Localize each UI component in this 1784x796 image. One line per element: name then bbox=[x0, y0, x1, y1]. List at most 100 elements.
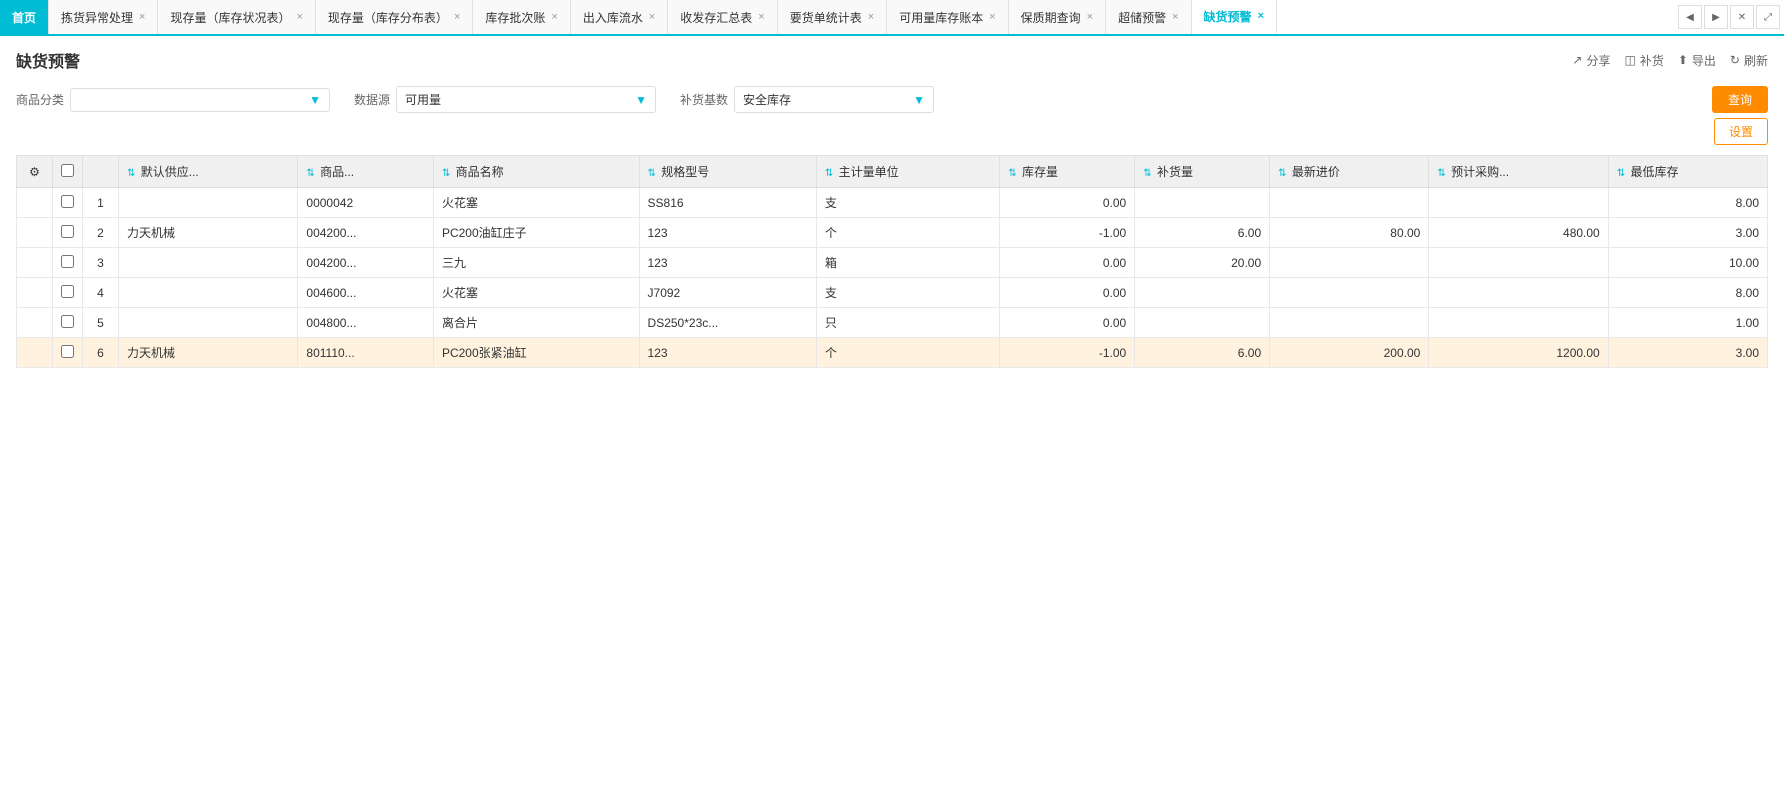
tab-shortage[interactable]: 缺货预警 × bbox=[1192, 0, 1277, 34]
row-checkbox[interactable] bbox=[61, 345, 74, 358]
tab-home-label: 首页 bbox=[12, 9, 36, 26]
tab-expiry-close[interactable]: × bbox=[1087, 11, 1093, 23]
row-estimated-purchase-cell: 1200.00 bbox=[1429, 338, 1608, 368]
row-stock-cell: 0.00 bbox=[1000, 248, 1135, 278]
row-index-cell: 1 bbox=[83, 188, 119, 218]
tab-order-stat-label: 要货单统计表 bbox=[790, 9, 862, 26]
tab-order-stat-close[interactable]: × bbox=[868, 11, 874, 23]
nav-close-button[interactable]: ✕ bbox=[1730, 5, 1754, 29]
replenish-base-filter-select[interactable]: 安全库存 ▼ bbox=[734, 86, 934, 113]
row-unit-cell: 支 bbox=[816, 188, 999, 218]
replenish-base-select-value: 安全库存 bbox=[743, 91, 791, 108]
tab-flow[interactable]: 出入库流水 × bbox=[571, 0, 668, 34]
refresh-button[interactable]: ↻ 刷新 bbox=[1730, 52, 1768, 69]
select-all-checkbox[interactable] bbox=[61, 164, 74, 177]
datasource-filter-select[interactable]: 可用量 ▼ bbox=[396, 86, 656, 113]
unit-column-header[interactable]: ⇅ 主计量单位 bbox=[816, 156, 999, 188]
tab-inventory-status-close[interactable]: × bbox=[296, 11, 302, 23]
row-settings-cell bbox=[17, 248, 53, 278]
name-column-label: 商品名称 bbox=[456, 165, 504, 179]
row-index-cell: 5 bbox=[83, 308, 119, 338]
table-body: 1 0000042 火花塞 SS816 支 0.00 8.00 2 力天机械 0… bbox=[17, 188, 1768, 368]
row-checkbox[interactable] bbox=[61, 225, 74, 238]
table-row[interactable]: 5 004800... 离合片 DS250*23c... 只 0.00 1.00 bbox=[17, 308, 1768, 338]
estimated-purchase-column-header[interactable]: ⇅ 预计采购... bbox=[1429, 156, 1608, 188]
row-spec-cell: J7092 bbox=[639, 278, 816, 308]
tab-available-close[interactable]: × bbox=[989, 11, 995, 23]
settings-column-header[interactable]: ⚙ bbox=[17, 156, 53, 188]
replenish-column-header[interactable]: ⇅ 补货量 bbox=[1135, 156, 1270, 188]
unit-column-label: 主计量单位 bbox=[839, 165, 899, 179]
tab-flow-close[interactable]: × bbox=[649, 11, 655, 23]
table-row[interactable]: 3 004200... 三九 123 箱 0.00 20.00 10.00 bbox=[17, 248, 1768, 278]
name-column-header[interactable]: ⇅ 商品名称 bbox=[433, 156, 639, 188]
settings-icon[interactable]: ⚙ bbox=[29, 165, 40, 179]
tab-collect-label: 收发存汇总表 bbox=[680, 9, 752, 26]
top-navigation: 首页 拣货异常处理 × 现存量（库存状况表） × 现存量（库存分布表） × 库存… bbox=[0, 0, 1784, 36]
spec-column-header[interactable]: ⇅ 规格型号 bbox=[639, 156, 816, 188]
export-button[interactable]: ⬆ 导出 bbox=[1678, 52, 1716, 69]
row-checkbox-cell[interactable] bbox=[53, 188, 83, 218]
refresh-label: 刷新 bbox=[1744, 52, 1768, 69]
tab-batch-close[interactable]: × bbox=[551, 11, 557, 23]
row-unit-cell: 箱 bbox=[816, 248, 999, 278]
row-supplier-cell bbox=[119, 308, 298, 338]
query-button[interactable]: 查询 bbox=[1712, 86, 1768, 113]
row-checkbox-cell[interactable] bbox=[53, 248, 83, 278]
nav-next-button[interactable]: ▶ bbox=[1704, 5, 1728, 29]
share-button[interactable]: ↗ 分享 bbox=[1572, 52, 1610, 69]
row-checkbox-cell[interactable] bbox=[53, 308, 83, 338]
tab-inventory-status-label: 现存量（库存状况表） bbox=[170, 9, 290, 26]
tab-inventory-dist-close[interactable]: × bbox=[454, 11, 460, 23]
table-row[interactable]: 2 力天机械 004200... PC200油缸庄子 123 个 -1.00 6… bbox=[17, 218, 1768, 248]
row-checkbox-cell[interactable] bbox=[53, 218, 83, 248]
row-checkbox[interactable] bbox=[61, 315, 74, 328]
row-stock-cell: -1.00 bbox=[1000, 218, 1135, 248]
tab-overstock-close[interactable]: × bbox=[1172, 11, 1178, 23]
table-row[interactable]: 4 004600... 火花塞 J7092 支 0.00 8.00 bbox=[17, 278, 1768, 308]
stock-column-header[interactable]: ⇅ 库存量 bbox=[1000, 156, 1135, 188]
tab-shortage-close[interactable]: × bbox=[1258, 10, 1264, 22]
setting-button[interactable]: 设置 bbox=[1714, 118, 1768, 145]
row-spec-cell: 123 bbox=[639, 338, 816, 368]
tab-exception[interactable]: 拣货异常处理 × bbox=[49, 0, 158, 34]
category-filter-select[interactable]: ▼ bbox=[70, 88, 330, 112]
category-filter-label: 商品分类 bbox=[16, 91, 64, 108]
row-min-stock-cell: 3.00 bbox=[1608, 338, 1767, 368]
supplier-column-header[interactable]: ⇅ 默认供应... bbox=[119, 156, 298, 188]
tab-collect-close[interactable]: × bbox=[758, 11, 764, 23]
tab-batch[interactable]: 库存批次账 × bbox=[473, 0, 570, 34]
row-checkbox-cell[interactable] bbox=[53, 338, 83, 368]
stock-column-label: 库存量 bbox=[1022, 165, 1058, 179]
tab-exception-close[interactable]: × bbox=[139, 11, 145, 23]
latest-price-column-header[interactable]: ⇅ 最新进价 bbox=[1270, 156, 1429, 188]
row-checkbox[interactable] bbox=[61, 195, 74, 208]
code-column-header[interactable]: ⇅ 商品... bbox=[298, 156, 434, 188]
row-checkbox-cell[interactable] bbox=[53, 278, 83, 308]
row-checkbox[interactable] bbox=[61, 285, 74, 298]
tab-available[interactable]: 可用量库存账本 × bbox=[887, 0, 1008, 34]
export-label: 导出 bbox=[1692, 52, 1716, 69]
row-stock-cell: 0.00 bbox=[1000, 278, 1135, 308]
nav-expand-button[interactable]: ⤢ bbox=[1756, 5, 1780, 29]
row-settings-cell bbox=[17, 338, 53, 368]
tab-home[interactable]: 首页 bbox=[0, 0, 49, 34]
row-name-cell: 火花塞 bbox=[433, 188, 639, 218]
tab-order-stat[interactable]: 要货单统计表 × bbox=[778, 0, 887, 34]
min-stock-column-header[interactable]: ⇅ 最低库存 bbox=[1608, 156, 1767, 188]
replenish-button[interactable]: ◫ 补货 bbox=[1624, 52, 1663, 69]
row-checkbox[interactable] bbox=[61, 255, 74, 268]
share-label: 分享 bbox=[1586, 52, 1610, 69]
tab-exception-label: 拣货异常处理 bbox=[61, 9, 133, 26]
tab-inventory-dist[interactable]: 现存量（库存分布表） × bbox=[316, 0, 473, 34]
row-replenish-cell bbox=[1135, 188, 1270, 218]
tab-expiry[interactable]: 保质期查询 × bbox=[1009, 0, 1106, 34]
nav-prev-button[interactable]: ◀ bbox=[1678, 5, 1702, 29]
spec-column-label: 规格型号 bbox=[661, 165, 709, 179]
tab-inventory-status[interactable]: 现存量（库存状况表） × bbox=[158, 0, 315, 34]
table-row[interactable]: 6 力天机械 801110... PC200张紧油缸 123 个 -1.00 6… bbox=[17, 338, 1768, 368]
table-row[interactable]: 1 0000042 火花塞 SS816 支 0.00 8.00 bbox=[17, 188, 1768, 218]
tab-collect[interactable]: 收发存汇总表 × bbox=[668, 0, 777, 34]
row-code-cell: 004200... bbox=[298, 218, 434, 248]
tab-overstock[interactable]: 超储预警 × bbox=[1106, 0, 1191, 34]
